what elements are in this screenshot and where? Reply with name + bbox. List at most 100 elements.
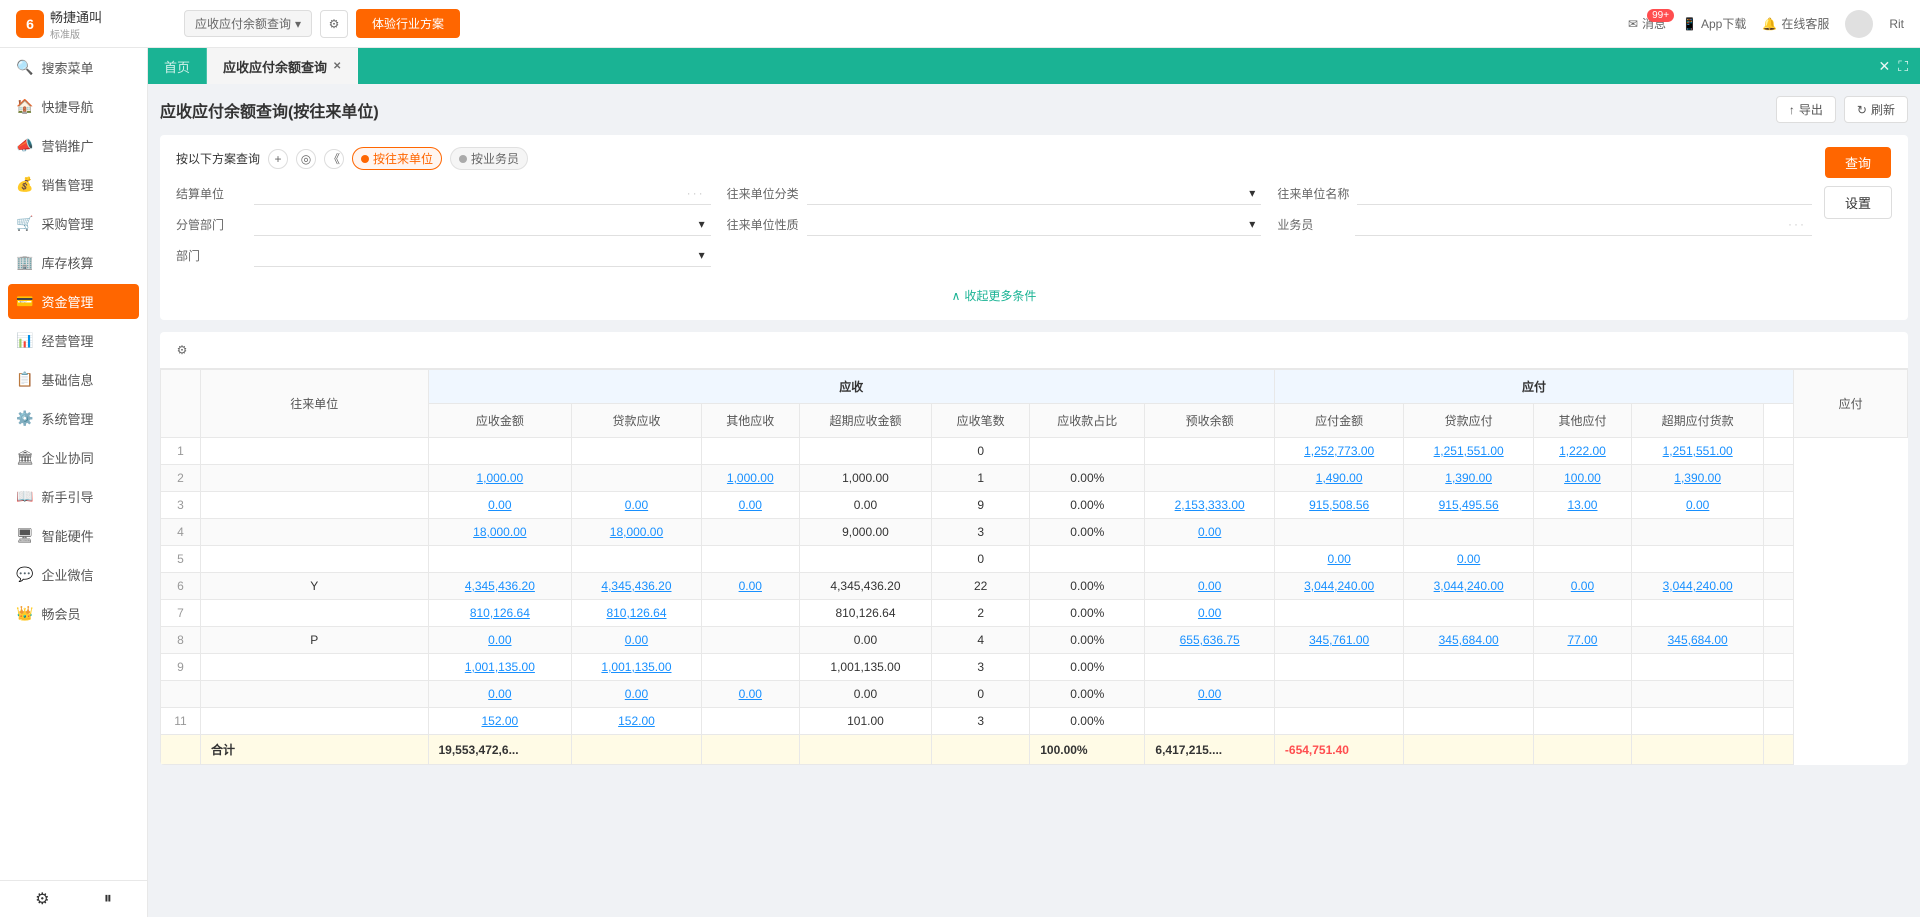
table-cell[interactable]: 655,636.75 <box>1145 627 1275 654</box>
table-cell[interactable]: 0.00 <box>1632 492 1764 519</box>
settlement-dots[interactable]: ··· <box>687 186 705 200</box>
table-cell[interactable]: 2,153,333.00 <box>1145 492 1275 519</box>
table-cell[interactable]: 0.00 <box>1145 600 1275 627</box>
table-cell[interactable]: 152.00 <box>572 708 702 735</box>
salesman-input[interactable]: ··· <box>1355 213 1812 236</box>
sidebar-item-sales[interactable]: 💰 销售管理 <box>0 165 147 204</box>
table-cell[interactable]: 0.00 <box>1145 573 1275 600</box>
table-cell[interactable]: 0.00 <box>428 492 572 519</box>
industry-solution-button[interactable]: 体验行业方案 <box>356 9 460 38</box>
table-cell[interactable]: 810,126.64 <box>428 600 572 627</box>
table-cell[interactable]: 100.00 <box>1533 465 1631 492</box>
tab-close-icon[interactable]: ✕ <box>333 61 341 72</box>
sidebar-item-search-menu[interactable]: 🔍 搜索菜单 <box>0 48 147 87</box>
sidebar-item-system[interactable]: ⚙️ 系统管理 <box>0 399 147 438</box>
table-cell[interactable]: 345,761.00 <box>1274 627 1404 654</box>
table-cell[interactable]: 1,490.00 <box>1274 465 1404 492</box>
table-cell <box>1533 681 1631 708</box>
partner-name-input[interactable] <box>1357 182 1812 205</box>
table-cell[interactable]: 0.00 <box>701 681 799 708</box>
table-cell[interactable]: 1,000.00 <box>701 465 799 492</box>
table-cell[interactable]: 0.00 <box>428 627 572 654</box>
partner-nature-select[interactable]: ▾ <box>807 213 1262 236</box>
sidebar-item-guide[interactable]: 📖 新手引导 <box>0 477 147 516</box>
sidebar-item-purchase[interactable]: 🛒 采购管理 <box>0 204 147 243</box>
table-cell[interactable]: 77.00 <box>1533 627 1631 654</box>
sidebar-item-smart-hw[interactable]: 🖥 智能硬件 <box>0 516 147 555</box>
table-cell[interactable]: 0.00 <box>701 573 799 600</box>
table-cell[interactable]: 3,044,240.00 <box>1632 573 1764 600</box>
table-cell[interactable]: 4,345,436.20 <box>428 573 572 600</box>
settlement-input[interactable]: ··· <box>254 182 711 205</box>
tab-ar-ap[interactable]: 应收应付余额查询 ✕ <box>207 48 358 84</box>
messages-button[interactable]: ✉ 消息 99+ <box>1628 15 1666 32</box>
export-button[interactable]: ↑ 导出 <box>1776 96 1836 123</box>
sidebar-item-finance[interactable]: 💳 资金管理 <box>8 284 139 319</box>
breadcrumb-nav[interactable]: 应收应付余额查询 ▾ <box>184 10 312 37</box>
sidebar-collapse-icon[interactable]: ⏸ <box>104 890 112 908</box>
sidebar-item-wechat[interactable]: 💬 企业微信 <box>0 555 147 594</box>
sidebar-item-quick-nav[interactable]: 🏠 快捷导航 <box>0 87 147 126</box>
filter-method-by-staff[interactable]: 按业务员 <box>450 147 528 170</box>
table-cell[interactable]: 13.00 <box>1533 492 1631 519</box>
sidebar-item-member[interactable]: 👑 畅会员 <box>0 594 147 633</box>
table-cell[interactable]: 0.00 <box>428 681 572 708</box>
query-button[interactable]: 查询 <box>1825 147 1891 178</box>
online-service-button[interactable]: 🔔 在线客服 <box>1762 15 1829 32</box>
table-settings-icon[interactable]: ⚙ <box>172 340 192 360</box>
table-cell[interactable]: 1,222.00 <box>1533 438 1631 465</box>
table-cell[interactable]: 0.00 <box>572 681 702 708</box>
partner-type-select[interactable]: ▾ <box>807 182 1262 205</box>
tab-home[interactable]: 首页 <box>148 48 207 84</box>
user-avatar[interactable] <box>1845 10 1873 38</box>
table-cell[interactable]: 915,495.56 <box>1404 492 1534 519</box>
salesman-dots[interactable]: ··· <box>1788 217 1806 231</box>
sidebar-item-basic-info[interactable]: 📋 基础信息 <box>0 360 147 399</box>
table-cell[interactable]: 1,390.00 <box>1404 465 1534 492</box>
filter-collapse-button[interactable]: 《 <box>324 149 344 169</box>
table-cell[interactable]: 0.00 <box>701 492 799 519</box>
table-cell[interactable]: 0.00 <box>1404 546 1534 573</box>
sidebar-item-operations[interactable]: 📊 经营管理 <box>0 321 147 360</box>
filter-method-by-unit[interactable]: 按往来单位 <box>352 147 442 170</box>
table-cell[interactable]: 1,252,773.00 <box>1274 438 1404 465</box>
collapse-more-conditions-button[interactable]: ∧ 收起更多条件 <box>940 283 1049 308</box>
table-cell[interactable]: 18,000.00 <box>572 519 702 546</box>
table-cell[interactable]: 1,390.00 <box>1632 465 1764 492</box>
table-cell[interactable]: 3,044,240.00 <box>1274 573 1404 600</box>
table-cell[interactable]: 0.00 <box>1533 573 1631 600</box>
table-cell[interactable]: 915,508.56 <box>1274 492 1404 519</box>
table-cell[interactable]: 345,684.00 <box>1404 627 1534 654</box>
table-cell[interactable]: 1,251,551.00 <box>1404 438 1534 465</box>
table-cell[interactable]: 1,000.00 <box>428 465 572 492</box>
branch-dept-select[interactable]: ▾ <box>254 244 711 267</box>
table-cell[interactable]: 0.00 <box>572 627 702 654</box>
table-cell[interactable]: 152.00 <box>428 708 572 735</box>
table-cell[interactable]: 0.00 <box>1274 546 1404 573</box>
table-cell[interactable]: 3,044,240.00 <box>1404 573 1534 600</box>
tab-maximize-icon[interactable]: ⛶ <box>1898 58 1908 75</box>
table-cell[interactable]: 345,684.00 <box>1632 627 1764 654</box>
table-cell[interactable]: 18,000.00 <box>428 519 572 546</box>
table-cell[interactable]: 810,126.64 <box>572 600 702 627</box>
filter-add-button[interactable]: + <box>268 149 288 169</box>
sidebar-item-enterprise[interactable]: 🏛 企业协同 <box>0 438 147 477</box>
sidebar-item-marketing[interactable]: 📣 营销推广 <box>0 126 147 165</box>
tab-close-window-icon[interactable]: ✕ <box>1878 58 1890 75</box>
table-cell[interactable]: 0.00 <box>1145 681 1275 708</box>
table-cell[interactable]: 0.00 <box>572 492 702 519</box>
settings-gear-button[interactable]: ⚙ <box>320 10 348 38</box>
app-download-button[interactable]: 📱 App下载 <box>1682 15 1746 32</box>
table-row: 101,252,773.001,251,551.001,222.001,251,… <box>161 438 1908 465</box>
setting-button[interactable]: 设置 <box>1824 186 1892 219</box>
table-cell[interactable]: 1,001,135.00 <box>428 654 572 681</box>
table-cell[interactable]: 1,001,135.00 <box>572 654 702 681</box>
sidebar-settings-icon[interactable]: ⚙ <box>35 889 49 909</box>
table-cell[interactable]: 0.00 <box>1145 519 1275 546</box>
sidebar-item-inventory[interactable]: 🏢 库存核算 <box>0 243 147 282</box>
table-cell[interactable]: 1,251,551.00 <box>1632 438 1764 465</box>
dept-select[interactable]: ▾ <box>254 213 711 236</box>
table-cell[interactable]: 4,345,436.20 <box>572 573 702 600</box>
refresh-button[interactable]: ↻ 刷新 <box>1844 96 1908 123</box>
filter-settings-button[interactable]: ◎ <box>296 149 316 169</box>
